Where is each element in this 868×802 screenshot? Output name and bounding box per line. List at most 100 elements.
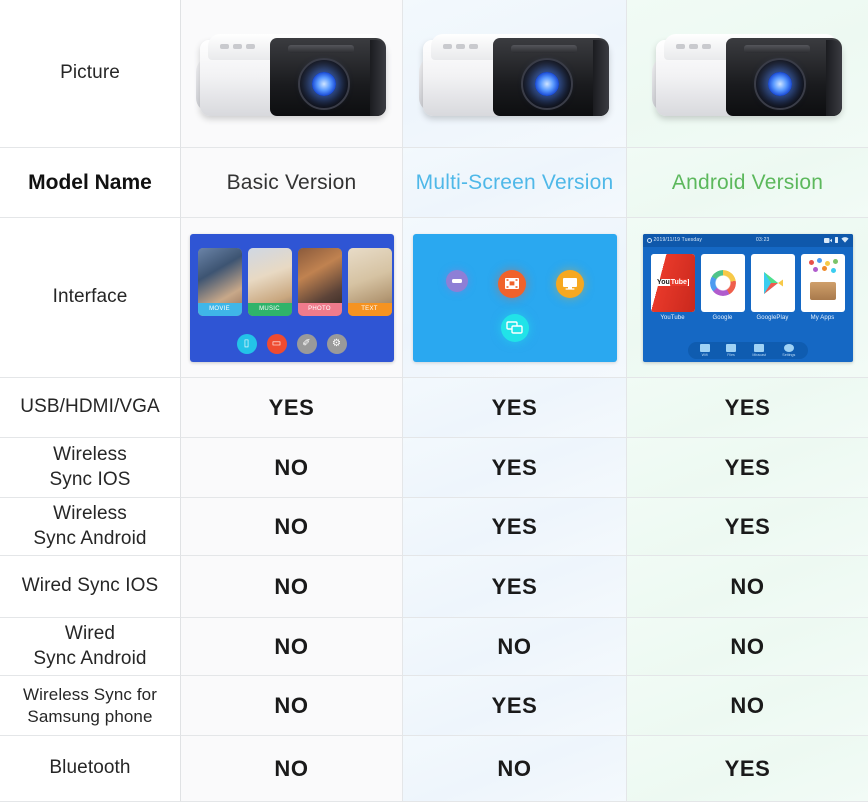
row-header-label-line1: Wired [64, 623, 116, 645]
projector-image-android [648, 22, 848, 126]
cell-value: NO [274, 454, 309, 480]
cell-value: NO [497, 633, 532, 659]
row-header-label: Picture [60, 62, 120, 84]
interface-cell-multi [403, 218, 627, 378]
row-header-label-line2: Sync IOS [49, 468, 131, 490]
row-header-wireless-sync-samsung: Wireless Sync for Samsung phone [0, 676, 181, 736]
cell-value: YES [491, 513, 538, 539]
cell-bluetooth-multi: NO [403, 736, 627, 802]
cell-value: YES [491, 573, 538, 599]
app-label: YouTube [660, 314, 685, 321]
hdmi-port-icon [445, 269, 468, 292]
cell-value: NO [274, 513, 309, 539]
app-label: Google [712, 314, 733, 321]
app-tile-google: Google [700, 253, 745, 321]
taskbar-label: Miracast [752, 352, 766, 357]
cell-value: NO [730, 573, 765, 599]
cell-wired-sync-ios-multi: YES [403, 556, 627, 618]
taskbar-label: Settings [782, 352, 796, 357]
row-header-usb-hdmi-vga: USB/HDMI/VGA [0, 378, 181, 438]
cell-wired-sync-ios-basic: NO [181, 556, 403, 618]
product-comparison-table: Picture Model Name Basic Version Multi-S… [0, 0, 868, 802]
cell-value: YES [724, 394, 771, 420]
basic-ui-dock: ▯ ▭ ✐ ⚙ [190, 333, 394, 354]
cell-wireless-sync-samsung-basic: NO [181, 676, 403, 736]
basic-ui-card-label: PHOTO [297, 302, 342, 316]
android-taskbar: Wifi Files Miracast Settings [687, 341, 808, 359]
android-status-bar: 2019/11/19 Tuesday 03:23 [642, 233, 853, 247]
google-play-icon [763, 271, 783, 294]
row-header-label: Interface [52, 286, 128, 308]
wifi-icon [840, 237, 849, 243]
row-header-wired-sync-android: Wired Sync Android [0, 618, 181, 676]
model-name-value: Basic Version [226, 170, 357, 194]
status-bar-time: 03:23 [756, 237, 770, 243]
settings-icon: Settings [782, 343, 796, 357]
picture-cell-multi [403, 0, 627, 148]
taskbar-label: Wifi [701, 352, 708, 357]
app-icons-cluster [807, 257, 839, 278]
youtube-icon: YouTube [656, 279, 689, 286]
row-header-label-line1: Wireless [53, 444, 127, 466]
brush-tool-icon: ✐ [296, 333, 317, 354]
wifi-cast-icon: Wifi [699, 343, 710, 357]
cell-bluetooth-basic: NO [181, 736, 403, 802]
model-name-value: Multi-Screen Version [415, 170, 614, 194]
row-header-label: USB/HDMI/VGA [20, 396, 160, 418]
row-header-label-line2: Samsung phone [27, 706, 153, 726]
file-folder-icon: Files [726, 343, 737, 357]
basic-ui-screenshot: MOVIE MUSIC PHOTO TEXT ▯ ▭ ✐ ⚙ [189, 233, 394, 362]
settings-gear-icon: ⚙ [326, 333, 347, 354]
cell-wired-sync-ios-android: NO [627, 556, 868, 618]
basic-ui-card-label: MUSIC [247, 302, 292, 316]
projector-image-basic [192, 22, 392, 126]
cell-wireless-sync-samsung-multi: YES [403, 676, 627, 736]
basic-ui-card-label: MOVIE [197, 302, 242, 316]
cell-value: YES [268, 394, 315, 420]
row-header-label-line2: Sync Android [33, 647, 147, 669]
cell-wireless-sync-android-multi: YES [403, 498, 627, 556]
cell-bluetooth-android: YES [627, 736, 868, 802]
cell-wireless-sync-ios-basic: NO [181, 438, 403, 498]
cell-wireless-sync-android-basic: NO [181, 498, 403, 556]
cell-wireless-sync-ios-android: YES [627, 438, 868, 498]
app-tile-myapps: My Apps [800, 253, 845, 321]
cell-usb-hdmi-vga-basic: YES [181, 378, 403, 438]
model-name-value: Android Version [671, 170, 824, 194]
usb-drive-icon: ▯ [236, 333, 257, 354]
interface-cell-android: 2019/11/19 Tuesday 03:23 YouTube YouTube… [627, 218, 868, 378]
cell-wireless-sync-android-android: YES [627, 498, 868, 556]
cell-usb-hdmi-vga-android: YES [627, 378, 868, 438]
cell-value: NO [274, 573, 309, 599]
projector-image-multi [415, 22, 615, 126]
cell-wireless-sync-ios-multi: YES [403, 438, 627, 498]
row-header-label-line1: Wireless Sync for [23, 684, 157, 704]
model-name-basic: Basic Version [181, 148, 403, 218]
interface-cell-basic: MOVIE MUSIC PHOTO TEXT ▯ ▭ ✐ ⚙ [181, 218, 403, 378]
basic-ui-card: TEXT [347, 247, 392, 316]
cell-value: YES [491, 692, 538, 718]
row-header-label-line1: Wireless [53, 503, 127, 525]
row-header-model-name: Model Name [0, 148, 181, 218]
row-header-interface: Interface [0, 218, 181, 378]
multi-ui-screenshot [412, 233, 617, 362]
sd-card-icon: ▭ [266, 333, 287, 354]
cell-usb-hdmi-vga-multi: YES [403, 378, 627, 438]
cell-value: NO [730, 633, 765, 659]
battery-icon [834, 237, 838, 243]
cell-value: NO [274, 755, 309, 781]
row-header-label: Bluetooth [49, 757, 131, 779]
row-header-bluetooth: Bluetooth [0, 736, 181, 802]
app-label: My Apps [810, 314, 835, 321]
monitor-icon [555, 269, 584, 298]
row-header-wired-sync-ios: Wired Sync IOS [0, 556, 181, 618]
row-header-label: Model Name [28, 170, 152, 194]
android-app-grid: YouTube YouTube Google GooglePlay My App… [643, 247, 853, 321]
basic-ui-card-label: TEXT [347, 302, 392, 316]
app-label: GooglePlay [756, 314, 789, 321]
cell-wired-sync-android-basic: NO [181, 618, 403, 676]
row-header-picture: Picture [0, 0, 181, 148]
screen-mirror-icon [500, 313, 529, 342]
cell-value: NO [274, 633, 309, 659]
cell-value: YES [724, 454, 771, 480]
